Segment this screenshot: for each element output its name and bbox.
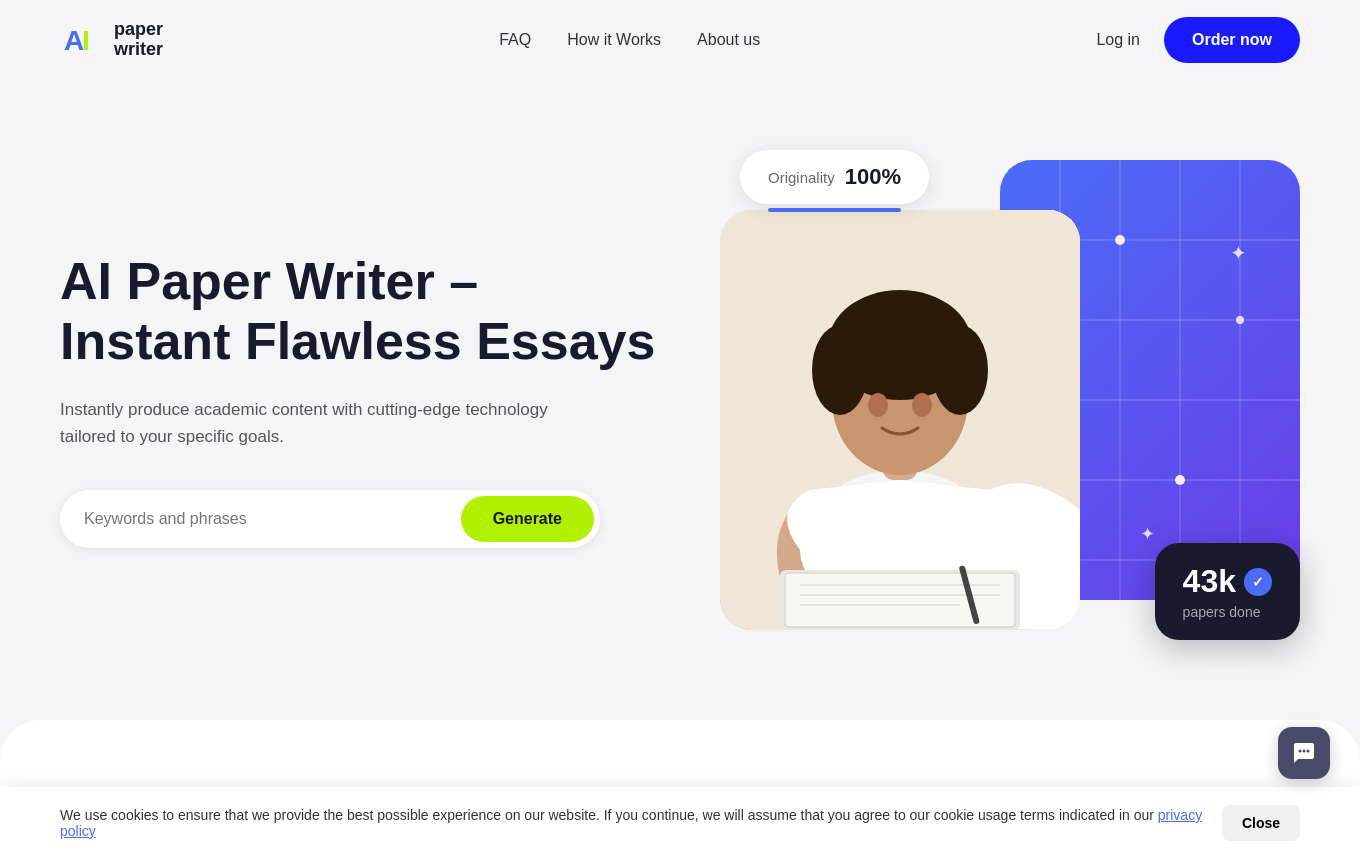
hero-section: AI Paper Writer – Instant Flawless Essay… (0, 80, 1360, 680)
nav-item-about-us[interactable]: About us (697, 31, 760, 49)
chat-button[interactable] (1278, 727, 1330, 779)
svg-point-25 (932, 325, 988, 415)
cookie-message: We use cookies to ensure that we provide… (60, 807, 1158, 823)
check-circle-icon: ✓ (1244, 568, 1272, 596)
hero-title-line2: Instant Flawless Essays (60, 312, 655, 370)
logo-link[interactable]: A I paper writer (60, 18, 163, 62)
student-photo (720, 210, 1080, 630)
nav-item-how-it-works[interactable]: How it Works (567, 31, 661, 49)
hero-left: AI Paper Writer – Instant Flawless Essay… (60, 252, 680, 548)
papers-done-row: 43k ✓ (1183, 563, 1272, 600)
papers-done-badge: 43k ✓ papers done (1155, 543, 1300, 640)
svg-point-27 (912, 393, 932, 417)
svg-text:I: I (82, 25, 90, 56)
papers-done-count: 43k (1183, 563, 1236, 600)
svg-point-35 (1303, 750, 1306, 753)
keywords-input[interactable] (84, 510, 461, 528)
nav-link-faq[interactable]: FAQ (499, 31, 531, 48)
hero-title-line1: AI Paper Writer – (60, 252, 478, 310)
cookie-banner: We use cookies to ensure that we provide… (0, 787, 1360, 859)
hero-right: Originality 100% (720, 150, 1300, 650)
papers-done-label: papers done (1183, 604, 1261, 620)
cookie-actions: Close (1222, 805, 1300, 841)
svg-point-24 (812, 325, 868, 415)
login-button[interactable]: Log in (1096, 31, 1140, 49)
nav-item-faq[interactable]: FAQ (499, 31, 531, 49)
svg-point-26 (868, 393, 888, 417)
hero-subtitle: Instantly produce academic content with … (60, 396, 580, 450)
svg-point-13 (1236, 316, 1244, 324)
chat-icon (1292, 741, 1316, 765)
logo-text: paper writer (114, 20, 163, 60)
student-illustration (720, 210, 1080, 630)
svg-point-36 (1307, 750, 1310, 753)
originality-bar-wrap (768, 208, 901, 212)
cookie-text: We use cookies to ensure that we provide… (60, 807, 1222, 839)
order-button[interactable]: Order now (1164, 17, 1300, 63)
nav-link-how-it-works[interactable]: How it Works (567, 31, 661, 48)
close-cookie-button[interactable]: Close (1222, 805, 1300, 841)
student-svg (720, 210, 1080, 630)
nav-links: FAQ How it Works About us (499, 31, 760, 49)
svg-rect-29 (785, 573, 1015, 627)
originality-bar-fill (768, 208, 901, 212)
nav-actions: Log in Order now (1096, 17, 1300, 63)
hero-title: AI Paper Writer – Instant Flawless Essay… (60, 252, 680, 372)
originality-badge: Originality 100% (740, 150, 929, 204)
logo-paper: paper (114, 20, 163, 40)
originality-label: Originality (768, 169, 835, 186)
search-row: Generate (60, 490, 600, 548)
svg-point-12 (1115, 235, 1125, 245)
svg-point-14 (1175, 475, 1185, 485)
svg-text:✦: ✦ (1140, 524, 1155, 544)
nav-link-about-us[interactable]: About us (697, 31, 760, 48)
logo-writer: writer (114, 40, 163, 60)
navbar: A I paper writer FAQ How it Works About … (0, 0, 1360, 80)
generate-button[interactable]: Generate (461, 496, 594, 542)
originality-value: 100% (845, 164, 901, 190)
svg-point-34 (1299, 750, 1302, 753)
logo-icon: A I (60, 18, 104, 62)
svg-text:✦: ✦ (1230, 242, 1247, 264)
